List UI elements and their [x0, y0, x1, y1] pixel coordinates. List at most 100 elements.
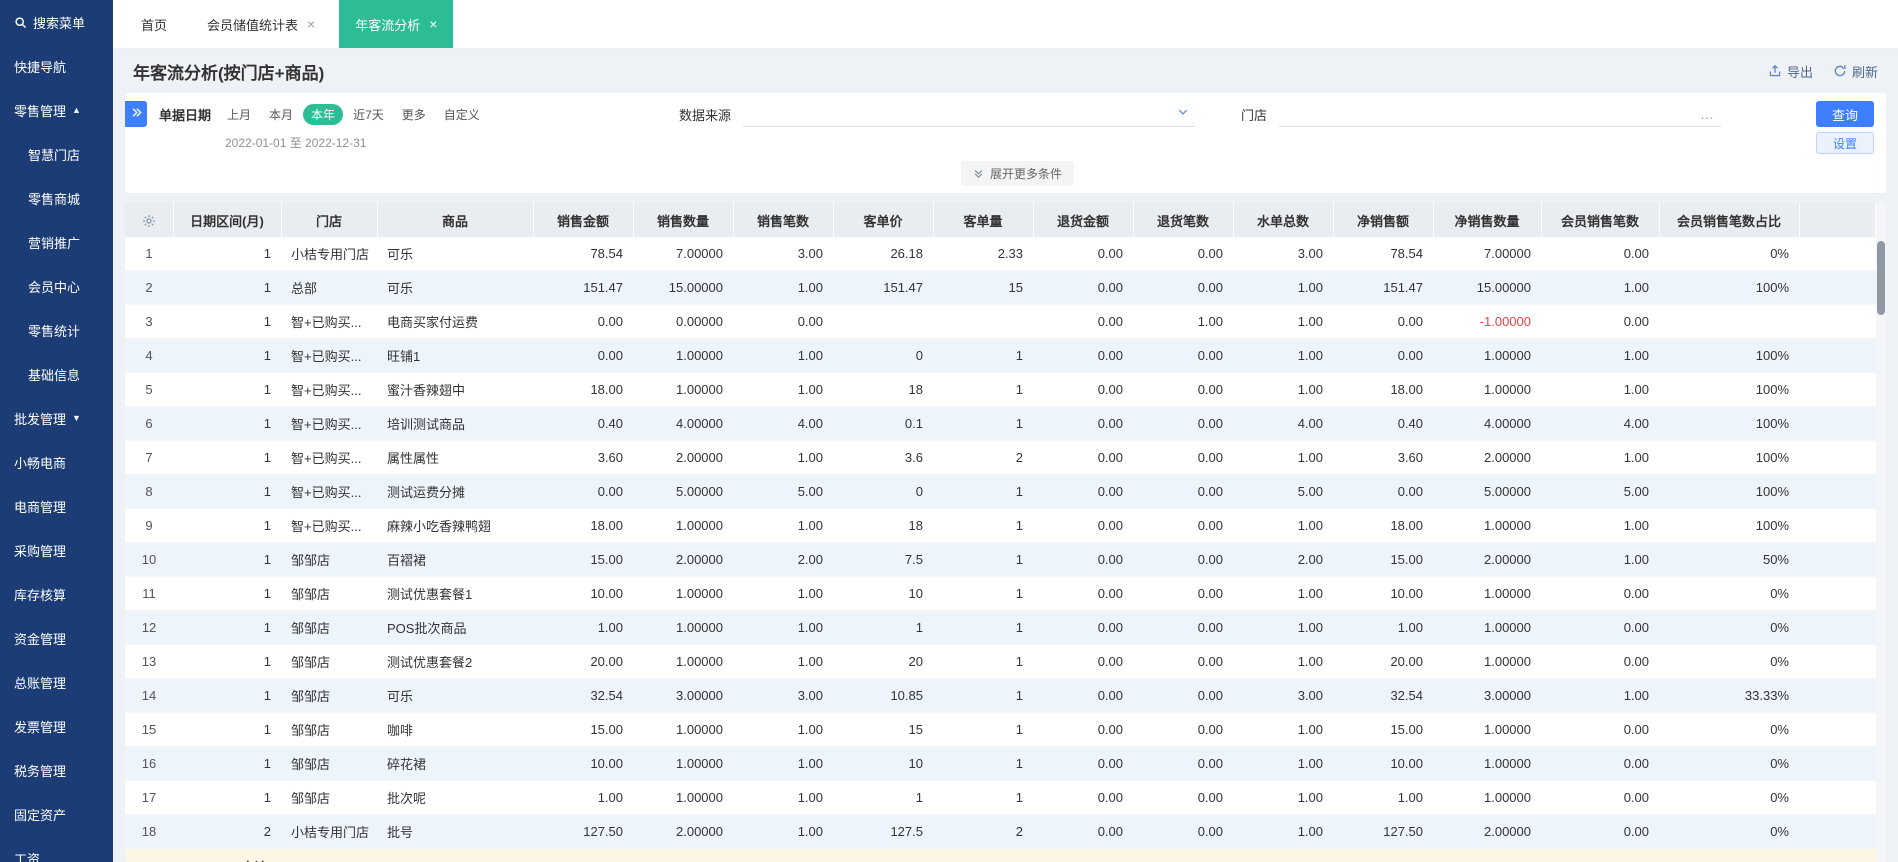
table-row[interactable]: 16 1 邹邹店 碎花裙 10.00 1.00000 1.00 10 1 0.00 0.00 1.00…: [125, 746, 1876, 781]
tab-3[interactable]: 年客流分析 ×: [339, 0, 454, 48]
table-row[interactable]: 2 1 总部 可乐 151.47 15.00000 1.00 151.47 15 0.00 0.00…: [125, 270, 1876, 305]
column-header[interactable]: 日期区间(月): [173, 203, 282, 237]
sidebar-item-5[interactable]: 零售商城: [0, 176, 113, 220]
table-row[interactable]: 14 1 邹邹店 可乐 32.54 3.00000 3.00 10.85 1 0.00 0.00 3.…: [125, 678, 1876, 713]
table-row[interactable]: 6 1 智+已购买... 培训测试商品 0.40 4.00000 4.00 0.1 1 0.00 0…: [125, 406, 1876, 441]
sidebar-item-14[interactable]: 库存核算: [0, 572, 113, 616]
vertical-scrollbar[interactable]: [1876, 203, 1886, 862]
column-header[interactable]: 销售金额: [533, 203, 634, 237]
table-cell: 0.00: [1133, 610, 1233, 645]
date-option[interactable]: 上月: [219, 104, 259, 125]
table-row[interactable]: 12 1 邹邹店 POS批次商品 1.00 1.00000 1.00 1 1 0.00 0.00 1.…: [125, 610, 1876, 645]
sidebar-item-19[interactable]: 固定资产: [0, 792, 113, 836]
sidebar-item-3[interactable]: 零售管理 ▲: [0, 88, 113, 132]
column-header[interactable]: 会员销售笔数占比: [1659, 203, 1800, 237]
date-option[interactable]: 近7天: [345, 104, 392, 125]
sidebar-item-12[interactable]: 电商管理: [0, 484, 113, 528]
column-header-filler: [1799, 203, 1876, 237]
sidebar-item-20[interactable]: 工资: [0, 836, 113, 862]
sidebar-item-2[interactable]: 快捷导航: [0, 44, 113, 88]
date-option[interactable]: 更多: [394, 104, 434, 125]
close-icon[interactable]: ×: [307, 17, 315, 31]
column-header[interactable]: 客单价: [833, 203, 934, 237]
data-source-select[interactable]: [743, 101, 1196, 127]
table-row[interactable]: 5 1 智+已购买... 蜜汁香辣翅中 18.00 1.00000 1.00 18 1 0.00 0…: [125, 372, 1876, 407]
column-header[interactable]: 商品: [377, 203, 534, 237]
table-row[interactable]: 10 1 邹邹店 百褶裙 15.00 2.00000 2.00 7.5 1 0.00 0.00 2.0…: [125, 542, 1876, 577]
column-settings-button[interactable]: [125, 203, 174, 237]
table-cell-filler: [1799, 678, 1876, 713]
expand-more-button[interactable]: 展开更多条件: [960, 161, 1074, 186]
column-header[interactable]: 客单量: [933, 203, 1034, 237]
column-header[interactable]: 门店: [281, 203, 378, 237]
table-cell: 1.00: [1233, 576, 1333, 611]
sidebar-item-15[interactable]: 资金管理: [0, 616, 113, 660]
sidebar-item-7[interactable]: 会员中心: [0, 264, 113, 308]
sidebar-item-1[interactable]: 搜索菜单: [0, 0, 113, 44]
sidebar-item-13[interactable]: 采购管理: [0, 528, 113, 572]
store-input[interactable]: …: [1279, 101, 1722, 127]
date-option[interactable]: 本年: [303, 103, 344, 125]
sidebar-item-16[interactable]: 总账管理: [0, 660, 113, 704]
table-row[interactable]: 1 1 小桔专用门店 可乐 78.54 7.00000 3.00 26.18 2.33 0.00 0…: [125, 237, 1876, 271]
column-header[interactable]: 水单总数: [1233, 203, 1334, 237]
table-cell: [1659, 304, 1799, 339]
table-row[interactable]: 3 1 智+已购买... 电商买家付运费 0.00 0.00000 0.00 0.00 1.00…: [125, 304, 1876, 339]
tab-1[interactable]: 首页: [125, 0, 183, 48]
row-number: 13: [125, 644, 173, 679]
sidebar-item-17[interactable]: 发票管理: [0, 704, 113, 748]
table-cell-filler: [1799, 304, 1876, 339]
sidebar-item-9[interactable]: 基础信息: [0, 352, 113, 396]
table-cell: 5.00000: [1433, 474, 1541, 509]
data-source-label: 数据来源: [679, 107, 732, 123]
table-cell: 4.00: [1541, 406, 1659, 441]
table-row[interactable]: 11 1 邹邹店 测试优惠套餐1 10.00 1.00000 1.00 10 1 0.00 0.00…: [125, 576, 1876, 611]
table-cell: 1.00000: [633, 338, 733, 373]
sidebar-item-label: 搜索菜单: [33, 15, 86, 31]
query-button[interactable]: 查询: [1816, 101, 1874, 127]
table-cell: 0.00: [1033, 406, 1133, 441]
column-header[interactable]: 退货笔数: [1133, 203, 1234, 237]
sidebar-item-4[interactable]: 智慧门店: [0, 132, 113, 176]
sidebar-item-8[interactable]: 零售统计: [0, 308, 113, 352]
column-header[interactable]: 净销售数量: [1433, 203, 1542, 237]
table-row[interactable]: 15 1 邹邹店 咖啡 15.00 1.00000 1.00 15 1 0.00 0.00 1.00 1…: [125, 712, 1876, 747]
table-cell: 7.5: [833, 542, 933, 577]
date-option[interactable]: 自定义: [436, 104, 488, 125]
sidebar-item-10[interactable]: 批发管理 ▼: [0, 396, 113, 440]
tab-2[interactable]: 会员储值统计表 ×: [191, 0, 331, 48]
scrollbar-thumb[interactable]: [1877, 241, 1885, 315]
table-cell: 1.00: [733, 712, 833, 747]
table-row[interactable]: 17 1 邹邹店 批次呢 1.00 1.00000 1.00 1 1 0.00 0.00 1.00 1.…: [125, 780, 1876, 815]
table-row[interactable]: 9 1 智+已购买... 麻辣小吃香辣鸭翅 18.00 1.00000 1.00 18 1 0.0…: [125, 508, 1876, 543]
sidebar-item-18[interactable]: 税务管理: [0, 748, 113, 792]
column-header[interactable]: 会员销售笔数: [1541, 203, 1660, 237]
date-option[interactable]: 本月: [261, 104, 301, 125]
filter-collapse-button[interactable]: [125, 101, 147, 127]
table-cell: 1.00000: [633, 610, 733, 645]
column-header[interactable]: 销售笔数: [733, 203, 834, 237]
sidebar-item-11[interactable]: 小畅电商: [0, 440, 113, 484]
table-cell: 7.00000: [633, 237, 733, 271]
column-header[interactable]: 销售数量: [633, 203, 734, 237]
table-cell: 邹邹店: [281, 746, 377, 781]
settings-button[interactable]: 设置: [1816, 132, 1874, 154]
table-row[interactable]: 7 1 智+已购买... 属性属性 3.60 2.00000 1.00 3.6 2 0.00 0.0…: [125, 440, 1876, 475]
table-row[interactable]: 13 1 邹邹店 测试优惠套餐2 20.00 1.00000 1.00 20 1 0.00 0.00…: [125, 644, 1876, 679]
refresh-button[interactable]: 刷新: [1833, 62, 1878, 81]
table-row[interactable]: 4 1 智+已购买... 旺铺1 0.00 1.00000 1.00 0 1 0.00 0.00 1.…: [125, 338, 1876, 373]
row-number: 2: [125, 270, 173, 305]
sidebar-item-6[interactable]: 营销推广: [0, 220, 113, 264]
ellipsis-icon[interactable]: …: [1700, 106, 1715, 122]
table-cell: 3.00: [1233, 678, 1333, 713]
column-header[interactable]: 净销售额: [1333, 203, 1434, 237]
table-cell: 0.00: [1541, 304, 1659, 339]
column-header[interactable]: 退货金额: [1033, 203, 1134, 237]
export-button[interactable]: 导出: [1768, 62, 1813, 81]
close-icon[interactable]: ×: [429, 17, 437, 31]
date-range-value[interactable]: 2022-01-01 至 2022-12-31: [225, 134, 679, 151]
table-row[interactable]: 8 1 智+已购买... 测试运费分摊 0.00 5.00000 5.00 0 1 0.00 0.0…: [125, 474, 1876, 509]
table-cell: 0.00: [1133, 746, 1233, 781]
table-cell: 1: [933, 372, 1033, 407]
table-row[interactable]: 18 2 小桔专用门店 批号 127.50 2.00000 1.00 127.5 2 0.00 0.…: [125, 814, 1876, 849]
